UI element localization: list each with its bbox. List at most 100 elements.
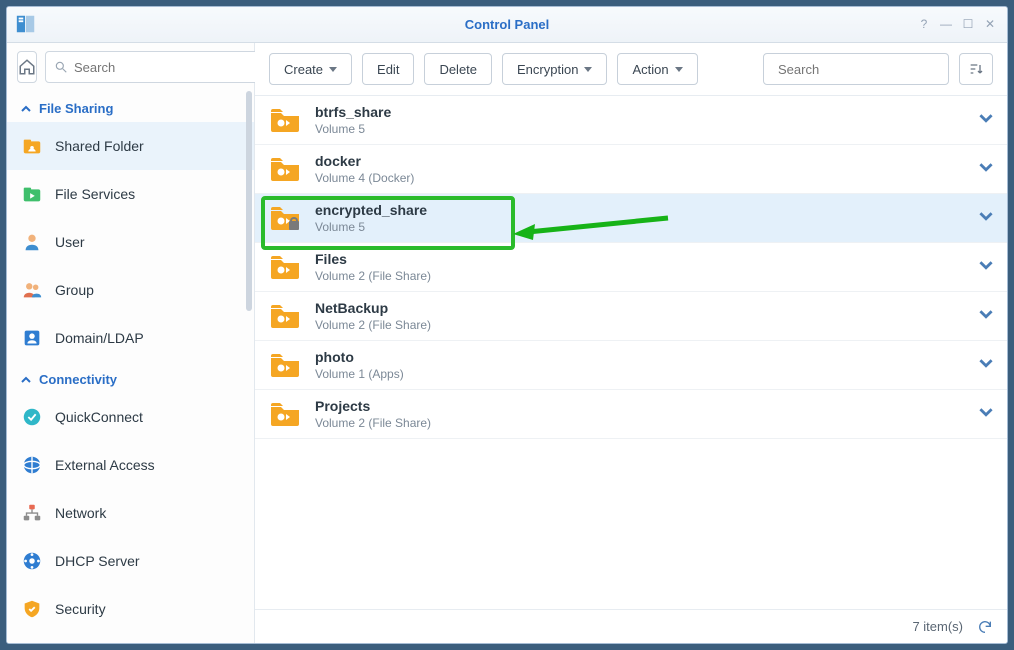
folder-row[interactable]: docker Volume 4 (Docker) xyxy=(255,145,1007,194)
delete-button[interactable]: Delete xyxy=(424,53,492,85)
sidebar-search-input[interactable] xyxy=(74,60,250,75)
caret-down-icon xyxy=(675,67,683,72)
shared-folder-icon xyxy=(269,254,301,280)
sidebar-item-label: External Access xyxy=(55,457,155,473)
create-button[interactable]: Create xyxy=(269,53,352,85)
sidebar-item-security[interactable]: Security xyxy=(7,585,254,633)
chevron-down-icon[interactable] xyxy=(979,258,993,277)
shared-folder-icon xyxy=(21,135,43,157)
folder-name: docker xyxy=(315,153,979,169)
sidebar-item-quickconnect[interactable]: QuickConnect xyxy=(7,393,254,441)
scrollbar-thumb[interactable] xyxy=(246,91,252,311)
shared-folder-encrypted-icon xyxy=(269,205,301,231)
folder-name: Files xyxy=(315,251,979,267)
main-panel: Create Edit Delete Encryption Action btr… xyxy=(255,43,1007,643)
shared-folder-icon xyxy=(269,401,301,427)
sidebar-item-label: Domain/LDAP xyxy=(55,330,144,346)
shared-folder-icon xyxy=(269,156,301,182)
sidebar-item-user[interactable]: User xyxy=(7,218,254,266)
quickconnect-icon xyxy=(21,406,43,428)
encryption-label: Encryption xyxy=(517,62,578,77)
security-icon xyxy=(21,598,43,620)
status-bar: 7 item(s) xyxy=(255,609,1007,643)
sidebar-item-label: QuickConnect xyxy=(55,409,143,425)
folder-row[interactable]: photo Volume 1 (Apps) xyxy=(255,341,1007,390)
folder-name: photo xyxy=(315,349,979,365)
sidebar-item-external-access[interactable]: External Access xyxy=(7,441,254,489)
network-icon xyxy=(21,502,43,524)
user-icon xyxy=(21,231,43,253)
edit-button[interactable]: Edit xyxy=(362,53,414,85)
refresh-icon[interactable] xyxy=(977,619,993,635)
sidebar-search[interactable] xyxy=(45,51,259,83)
control-panel-window: Control Panel ? — ☐ ✕ File SharingShar xyxy=(6,6,1008,644)
chevron-up-icon xyxy=(21,375,31,385)
group-icon xyxy=(21,279,43,301)
chevron-down-icon[interactable] xyxy=(979,111,993,130)
sidebar-item-domain-ldap[interactable]: Domain/LDAP xyxy=(7,314,254,362)
folder-subtitle: Volume 5 xyxy=(315,122,979,136)
folder-row[interactable]: Projects Volume 2 (File Share) xyxy=(255,390,1007,439)
chevron-down-icon[interactable] xyxy=(979,160,993,179)
folder-row[interactable]: Files Volume 2 (File Share) xyxy=(255,243,1007,292)
main-search-input[interactable] xyxy=(778,62,954,77)
search-icon xyxy=(54,60,68,74)
sidebar-item-label: DHCP Server xyxy=(55,553,140,569)
sort-button[interactable] xyxy=(959,53,993,85)
section-header[interactable]: File Sharing xyxy=(7,91,254,122)
help-button[interactable]: ? xyxy=(913,13,935,35)
chevron-down-icon[interactable] xyxy=(979,307,993,326)
sidebar-item-network[interactable]: Network xyxy=(7,489,254,537)
sidebar-item-label: Network xyxy=(55,505,106,521)
sidebar-item-label: Group xyxy=(55,282,94,298)
main-search[interactable] xyxy=(763,53,949,85)
sidebar-item-dhcp-server[interactable]: DHCP Server xyxy=(7,537,254,585)
sidebar-item-label: Shared Folder xyxy=(55,138,144,154)
window-controls: ? — ☐ ✕ xyxy=(913,13,1001,35)
sidebar-item-label: Security xyxy=(55,601,106,617)
caret-down-icon xyxy=(329,67,337,72)
folder-row[interactable]: NetBackup Volume 2 (File Share) xyxy=(255,292,1007,341)
sidebar-item-shared-folder[interactable]: Shared Folder xyxy=(7,122,254,170)
section-header[interactable]: Connectivity xyxy=(7,362,254,393)
folder-subtitle: Volume 4 (Docker) xyxy=(315,171,979,185)
toolbar: Create Edit Delete Encryption Action xyxy=(255,43,1007,96)
item-count: 7 item(s) xyxy=(912,619,963,634)
file-services-icon xyxy=(21,183,43,205)
dhcp-server-icon xyxy=(21,550,43,572)
folder-row[interactable]: encrypted_shareVolume 5 xyxy=(255,194,1007,243)
window-title: Control Panel xyxy=(465,17,550,32)
folder-name: Projects xyxy=(315,398,979,414)
home-icon xyxy=(18,58,36,76)
home-button[interactable] xyxy=(17,51,37,83)
folder-subtitle: Volume 2 (File Share) xyxy=(315,318,979,332)
minimize-button[interactable]: — xyxy=(935,13,957,35)
sidebar: File Sharing Shared Folder File Services Us… xyxy=(7,43,255,643)
sidebar-item-label: File Services xyxy=(55,186,135,202)
folder-list: btrfs_share Volume 5 docker Volume 4 (Docke… xyxy=(255,96,1007,609)
domain-ldap-icon xyxy=(21,327,43,349)
folder-subtitle: Volume 1 (Apps) xyxy=(315,367,979,381)
folder-subtitle: Volume 5 xyxy=(315,220,979,234)
chevron-down-icon[interactable] xyxy=(979,356,993,375)
titlebar: Control Panel ? — ☐ ✕ xyxy=(7,7,1007,43)
folder-row[interactable]: btrfs_share Volume 5 xyxy=(255,96,1007,145)
action-button[interactable]: Action xyxy=(617,53,697,85)
create-label: Create xyxy=(284,62,323,77)
close-button[interactable]: ✕ xyxy=(979,13,1001,35)
external-access-icon xyxy=(21,454,43,476)
chevron-down-icon[interactable] xyxy=(979,405,993,424)
shared-folder-icon xyxy=(269,303,301,329)
folder-subtitle: Volume 2 (File Share) xyxy=(315,269,979,283)
chevron-down-icon[interactable] xyxy=(979,209,993,228)
encryption-button[interactable]: Encryption xyxy=(502,53,607,85)
maximize-button[interactable]: ☐ xyxy=(957,13,979,35)
sidebar-item-label: User xyxy=(55,234,85,250)
chevron-up-icon xyxy=(21,104,31,114)
folder-name: NetBackup xyxy=(315,300,979,316)
sidebar-item-group[interactable]: Group xyxy=(7,266,254,314)
folder-subtitle: Volume 2 (File Share) xyxy=(315,416,979,430)
sidebar-item-file-services[interactable]: File Services xyxy=(7,170,254,218)
sidebar-scroll[interactable]: File Sharing Shared Folder File Services Us… xyxy=(7,91,254,643)
folder-name: btrfs_share xyxy=(315,104,979,120)
